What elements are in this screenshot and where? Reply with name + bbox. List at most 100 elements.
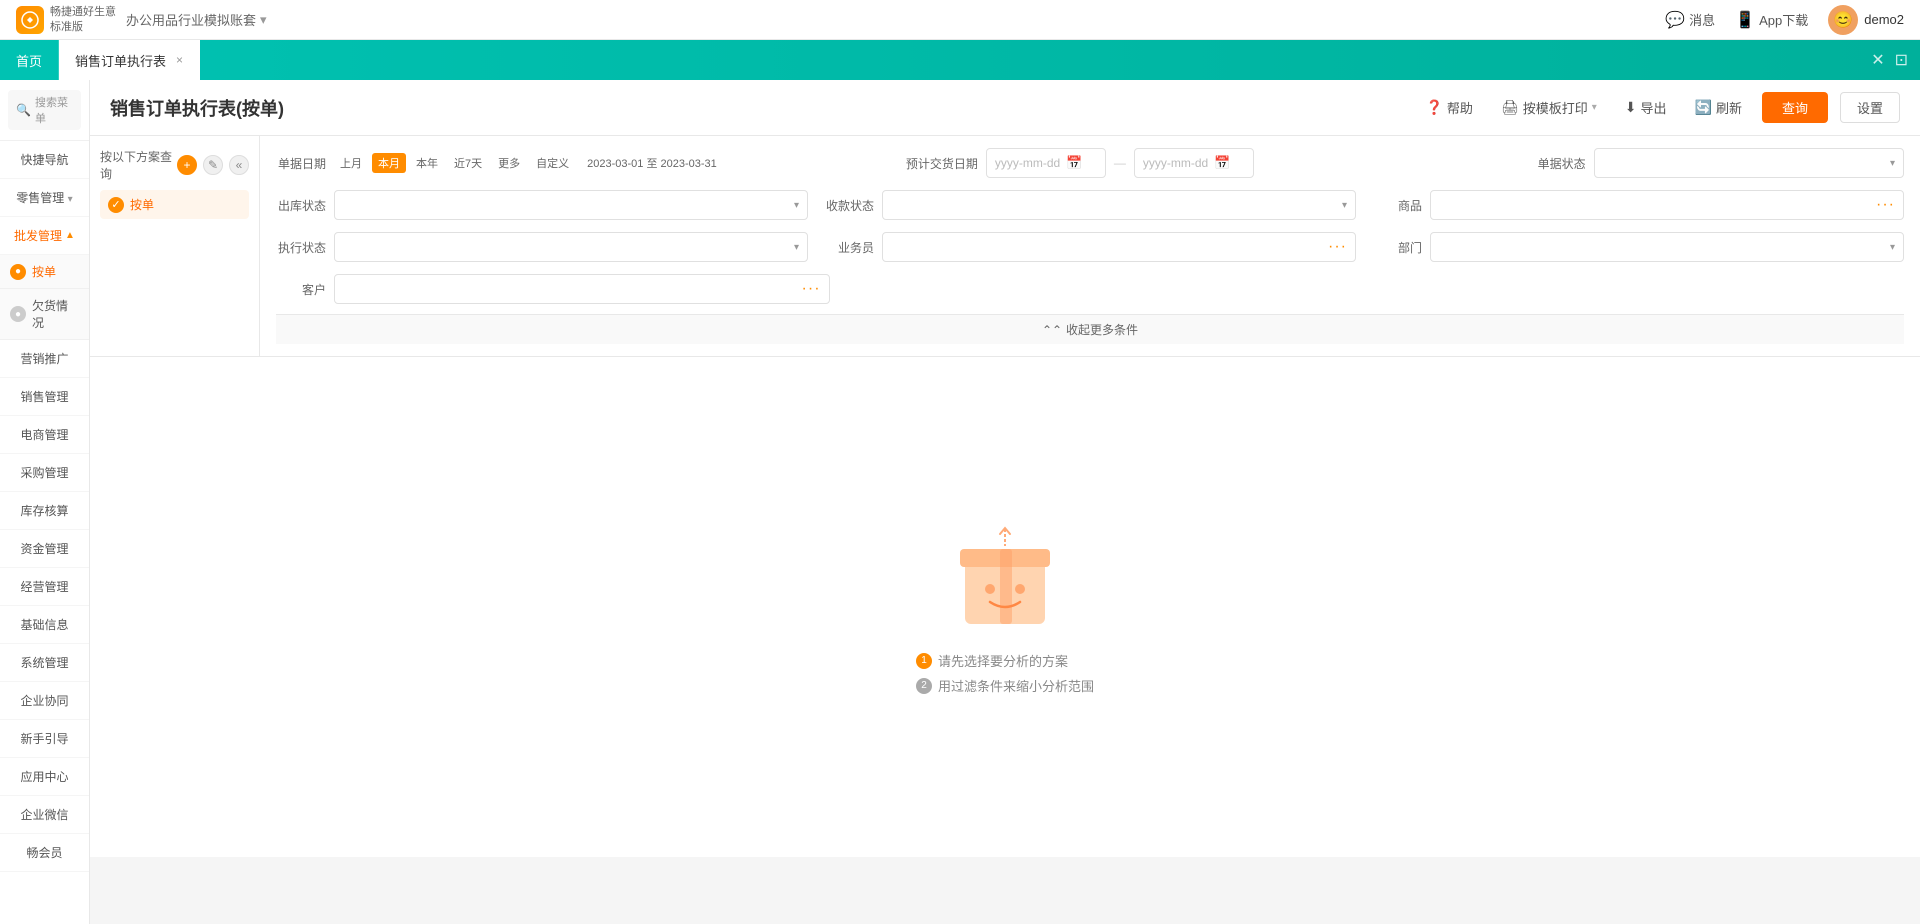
sidebar-item-apps[interactable]: 应用中心 [0,758,89,796]
sidebar-item-purchase[interactable]: 采购管理 [0,454,89,492]
export-btn[interactable]: ⬇ 导出 [1617,94,1675,121]
filter-item-salesperson: 业务员 ··· [824,232,1356,262]
tab-bar: 首页 销售订单执行表 × ✕ ⊡ [0,40,1920,80]
sidebar-item-collab[interactable]: 企业协同 [0,682,89,720]
expected-delivery-start[interactable]: yyyy-mm-dd 📅 [986,148,1106,178]
sidebar-item-ecommerce[interactable]: 电商管理 [0,416,89,454]
filter-row-2: 出库状态 ▾ 收款状态 ▾ [276,190,1904,220]
sidebar-search-area[interactable]: 🔍 搜索菜单 [0,80,89,141]
expected-delivery-end[interactable]: yyyy-mm-dd 📅 [1134,148,1254,178]
breadcrumb[interactable]: 办公用品行业模拟账套 ▾ [126,10,267,29]
sidebar-item-operation[interactable]: 经营管理 [0,568,89,606]
empty-illustration [945,519,1065,639]
customer-more-icon: ··· [802,280,821,298]
sidebar-item-wechat[interactable]: 企业微信 [0,796,89,834]
page-header-actions: ❓ 帮助 🖨 按模板打印 ▾ ⬇ 导出 🔄 刷新 [1417,92,1900,123]
sidebar-item-inventory[interactable]: 库存核算 [0,492,89,530]
payment-arrow: ▾ [1342,200,1347,211]
sidebar-item-system[interactable]: 系统管理 [0,644,89,682]
print-arrow-icon: ▾ [1592,102,1597,113]
filter-right-panel: 单据日期 上月 本月 本年 近7天 更多 自定义 2023-03-01 至 20… [260,136,1920,356]
date-tab-more[interactable]: 更多 [492,153,526,173]
sidebar-item-wholesale[interactable]: 批发管理 ▲ [0,217,89,255]
sidebar-item-retail[interactable]: 零售管理 ▾ [0,179,89,217]
filter-item-doc-status: 单据状态 ▾ [1536,148,1904,178]
filter-row-4: 客户 ··· [276,274,1904,304]
sidebar-sub-panel: ● 按单 ● 欠货情况 [0,255,89,340]
setting-btn[interactable]: 设置 [1840,92,1900,123]
content-area: 1 请先选择要分析的方案 2 用过滤条件来缩小分析范围 [90,357,1920,857]
empty-box-svg [945,524,1065,634]
payment-status-select[interactable]: ▾ [882,190,1356,220]
sidebar-sub-item-owe-goods[interactable]: ● 欠货情况 [0,289,89,340]
empty-state: 1 请先选择要分析的方案 2 用过滤条件来缩小分析范围 [916,439,1094,775]
edit-solution-btn[interactable]: ✎ [203,155,223,175]
goods-select[interactable]: ··· [1430,190,1904,220]
exec-status-select[interactable]: ▾ [334,232,808,262]
step2-icon: 2 [916,678,932,694]
search-icon: 🔍 [16,103,31,117]
date-tab-this-year[interactable]: 本年 [410,153,444,173]
dept-select[interactable]: ▾ [1430,232,1904,262]
filter-row-1: 单据日期 上月 本月 本年 近7天 更多 自定义 2023-03-01 至 20… [276,148,1904,178]
sidebar-item-sales[interactable]: 销售管理 [0,378,89,416]
app-download-btn[interactable]: 📱 App下载 [1735,10,1808,30]
collapse-sidebar-btn[interactable]: « [229,155,249,175]
filter-panel: 按以下方案查询 + ✎ « ✓ 按单 [90,136,1920,357]
filter-item-goods: 商品 ··· [1372,190,1904,220]
doc-status-select[interactable]: ▾ [1594,148,1904,178]
inactive-dot: ● [10,306,26,322]
sidebar-item-marketing[interactable]: 营销推广 [0,340,89,378]
help-btn[interactable]: ❓ 帮助 [1417,94,1480,121]
doc-status-label: 单据状态 [1536,155,1586,172]
sidebar-item-finance[interactable]: 资金管理 [0,530,89,568]
top-header: 畅捷通好生意 标准版 办公用品行业模拟账套 ▾ 💬 消息 📱 App下载 😊 d… [0,0,1920,40]
sidebar-item-quick-nav[interactable]: 快捷导航 [0,141,89,179]
date-tab-this-month[interactable]: 本月 [372,153,406,173]
filter-item-doc-date: 单据日期 上月 本月 本年 近7天 更多 自定义 2023-03-01 至 20… [276,153,890,173]
expand-window-btn[interactable]: ⊡ [1895,50,1908,70]
add-solution-btn[interactable]: + [177,155,197,175]
sidebar-item-guide[interactable]: 新手引导 [0,720,89,758]
sidebar-item-basic[interactable]: 基础信息 [0,606,89,644]
tab-close-icon[interactable]: × [176,53,183,67]
customer-select[interactable]: ··· [334,274,830,304]
print-btn[interactable]: 🖨 按模板打印 ▾ [1493,94,1605,121]
date-tab-custom[interactable]: 自定义 [530,153,575,173]
date-tab-7days[interactable]: 近7天 [448,153,488,173]
logo-text: 畅捷通好生意 标准版 [50,5,116,34]
page-title: 销售订单执行表(按单) [110,95,284,121]
refresh-btn[interactable]: 🔄 刷新 [1687,94,1750,121]
filter-left-actions: + ✎ « [177,155,249,175]
sidebar-sub-item-by-order[interactable]: ● 按单 [0,255,89,289]
help-icon: ❓ [1425,99,1442,116]
sidebar: 🔍 搜索菜单 快捷导航 零售管理 ▾ 批发管理 ▲ ● 按单 ● 欠货情况 [0,80,90,924]
collapse-bar[interactable]: ⌃⌃ 收起更多条件 [276,314,1904,344]
filter-item-payment-status: 收款状态 ▾ [824,190,1356,220]
query-btn[interactable]: 查询 [1762,92,1828,123]
dept-label: 部门 [1372,239,1422,256]
delivery-arrow: ▾ [794,200,799,211]
dept-arrow: ▾ [1890,242,1895,253]
salesperson-label: 业务员 [824,239,874,256]
salesperson-select[interactable]: ··· [882,232,1356,262]
tab-home[interactable]: 首页 [0,40,59,80]
date-tab-last-month[interactable]: 上月 [334,153,368,173]
header-right: 💬 消息 📱 App下载 😊 demo2 [1665,5,1904,35]
empty-text: 1 请先选择要分析的方案 2 用过滤条件来缩小分析范围 [916,651,1094,695]
download-icon: 📱 [1735,10,1755,30]
salesperson-more-icon: ··· [1328,238,1347,256]
print-icon: 🖨 [1501,99,1519,116]
message-btn[interactable]: 💬 消息 [1665,10,1715,30]
sidebar-item-member[interactable]: 畅会员 [0,834,89,872]
delivery-status-select[interactable]: ▾ [334,190,808,220]
tab-sales-order[interactable]: 销售订单执行表 × [59,40,200,80]
filter-item-customer: 客户 ··· [276,274,830,304]
date-tabs: 上月 本月 本年 近7天 更多 自定义 [334,153,575,173]
solution-item-by-order[interactable]: ✓ 按单 [100,190,249,219]
filter-item-expected-delivery: 预计交货日期 yyyy-mm-dd 📅 — yyyy-mm-dd 📅 [906,148,1520,178]
exec-status-label: 执行状态 [276,239,326,256]
message-icon: 💬 [1665,10,1685,30]
user-menu[interactable]: 😊 demo2 [1828,5,1904,35]
close-window-btn[interactable]: ✕ [1871,50,1884,70]
